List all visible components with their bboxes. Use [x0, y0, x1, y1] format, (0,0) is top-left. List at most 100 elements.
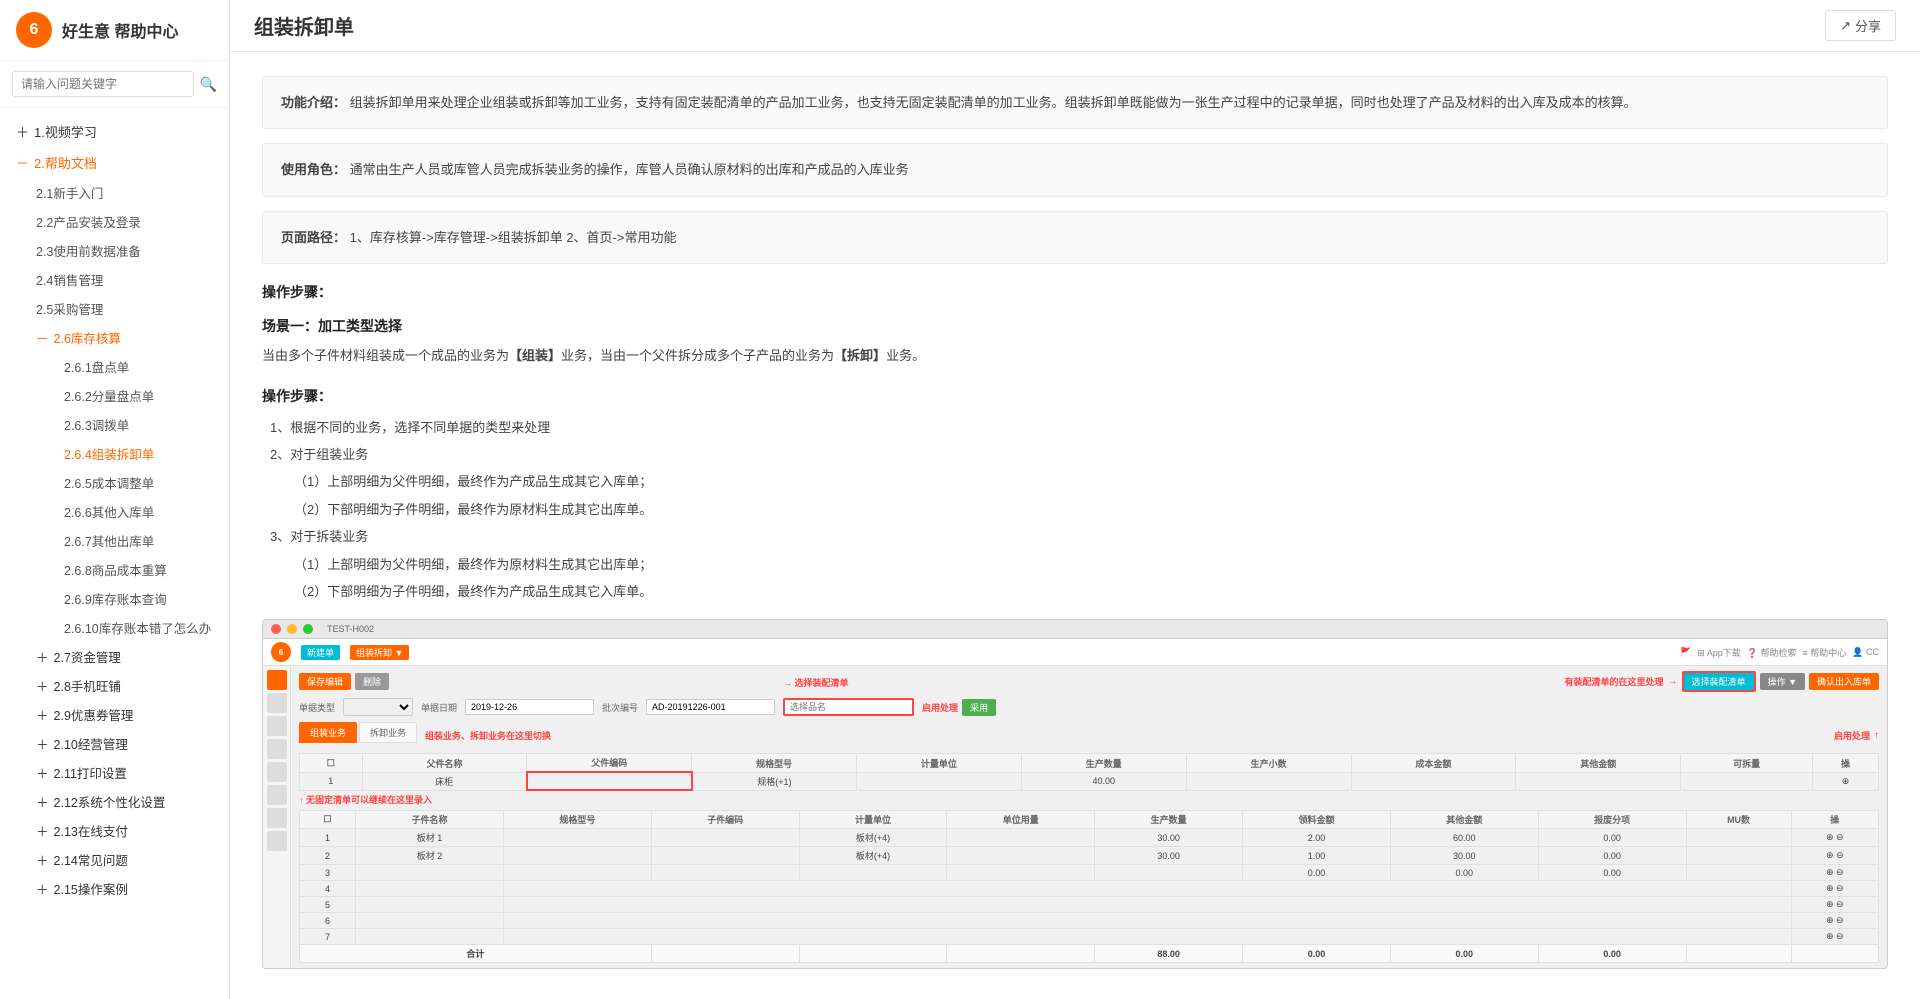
sidebar-item-label: 2.1新手入门 — [36, 183, 103, 202]
col-child-name: 子件名称 — [356, 811, 504, 829]
step3-sub1: （1）上部明细为父件明细，最终作为原材料生成其它出库单； — [294, 553, 1888, 576]
sidebar-item-costadj[interactable]: 2.6.5成本调整单 — [56, 468, 229, 497]
cell-empty — [503, 929, 1791, 945]
cell-parent-name: 床柜 — [362, 772, 527, 790]
ss-save-btn[interactable]: 保存编辑 — [299, 673, 351, 690]
ss-delete-btn[interactable]: 删除 — [355, 673, 389, 690]
plus-icon: ＋ — [36, 705, 49, 724]
cell-scrap: 0.00 — [1538, 829, 1686, 847]
form-date-input[interactable] — [465, 699, 594, 715]
sidebar-item-data-prep[interactable]: 2.3使用前数据准备 — [28, 236, 229, 265]
sidebar-item-ops[interactable]: ＋ 2.10经营管理 — [28, 729, 229, 758]
col-spec2: 规格型号 — [503, 811, 651, 829]
sidebar-item-label: 2.9优惠券管理 — [54, 705, 134, 724]
cell-prod-qty: 30.00 — [1095, 829, 1243, 847]
step2-sub1: （1）上部明细为父件明细，最终作为产成品生成其它入库单； — [294, 470, 1888, 493]
table-row: 1 板材 1 板材(+4) 30.00 2.00 60.00 0.00 — [300, 829, 1879, 847]
left-icon-4 — [267, 739, 287, 759]
sidebar-item-label: 2.7资金管理 — [54, 647, 121, 666]
col-unit: 计量单位 — [857, 754, 1022, 773]
ss-action-btn[interactable]: 操作 ▼ — [1760, 673, 1805, 690]
sidebar-item-custom[interactable]: ＋ 2.12系统个性化设置 — [28, 787, 229, 816]
sidebar-item-adjust[interactable]: 2.6.3调拨单 — [56, 410, 229, 439]
upper-table: ☐ 父件名称 父件编码 规格型号 计量单位 生产数量 生产小数 成本金额 其他金… — [299, 753, 1879, 791]
sidebar-item-coupon[interactable]: ＋ 2.9优惠券管理 — [28, 700, 229, 729]
cell-usage — [947, 829, 1095, 847]
cell-material: 1.00 — [1243, 847, 1391, 865]
sidebar-item-inventory[interactable]: － 2.6库存核算 — [28, 323, 229, 352]
sidebar-item-mobile[interactable]: ＋ 2.8手机旺铺 — [28, 671, 229, 700]
lower-table: ☐ 子件名称 规格型号 子件编码 计量单位 单位用量 生产数量 领料金额 其他金… — [299, 810, 1879, 963]
sidebar-item-otherOut[interactable]: 2.6.7其他出库单 — [56, 526, 229, 555]
left-icon-5 — [267, 762, 287, 782]
form-label-type: 单据类型 — [299, 701, 335, 714]
sidebar-item-cases[interactable]: ＋ 2.15操作案例 — [28, 874, 229, 903]
share-button[interactable]: ↗ 分享 — [1825, 10, 1896, 41]
minus-icon: － — [16, 153, 29, 172]
upper-table-body: 1 床柜 规格(+1) 40.00 ⊕ — [300, 772, 1879, 790]
close-dot — [271, 624, 281, 634]
sidebar-item-online[interactable]: ＋ 2.13在线支付 — [28, 816, 229, 845]
cell-check: 5 — [300, 897, 356, 913]
search-input[interactable] — [12, 71, 194, 97]
sidebar-item-stocktake2[interactable]: 2.6.2分量盘点单 — [56, 381, 229, 410]
sidebar-item-stocktake[interactable]: 2.6.1盘点单 — [56, 352, 229, 381]
cell-usage — [947, 865, 1095, 881]
sidebar-item-label: 2.10经营管理 — [54, 734, 128, 753]
cell-spec: 规格(+1) — [692, 772, 857, 790]
ss-apply-btn[interactable]: 采用 — [962, 699, 996, 716]
table-row: 4 ⊕ ⊖ — [300, 881, 1879, 897]
ss-select-list-btn[interactable]: 选择装配清单 — [1682, 671, 1756, 692]
ss-confirm-btn[interactable]: 确认出入库单 — [1809, 673, 1879, 690]
form-type-select[interactable] — [343, 698, 413, 716]
maximize-dot — [303, 624, 313, 634]
sidebar-item-stockErr[interactable]: 2.6.10库存账本错了怎么办 — [56, 613, 229, 642]
tab-annotation-wrapper: 组装业务 拆卸业务 组装业务、拆卸业务在这里切换 启用处理 ↑ — [299, 722, 1879, 749]
cell-mu — [1686, 847, 1791, 865]
role-box: 使用角色： 通常由生产人员或库管人员完成拆装业务的操作，库管人员确认原材料的出库… — [262, 143, 1888, 196]
sidebar-item-otherIn[interactable]: 2.6.6其他入库单 — [56, 497, 229, 526]
col-usage: 单位用量 — [947, 811, 1095, 829]
form-batch-input[interactable] — [646, 699, 775, 715]
form-goods-input[interactable] — [783, 698, 914, 716]
cell-unit: 板材(+4) — [799, 847, 947, 865]
sidebar-item-finance[interactable]: ＋ 2.7资金管理 — [28, 642, 229, 671]
icon-user: 👤 CC — [1852, 647, 1879, 658]
cell-spec — [503, 847, 651, 865]
cell-op: ⊕ ⊖ — [1791, 829, 1878, 847]
sidebar-item-docs[interactable]: － 2.帮助文档 — [0, 147, 229, 178]
sidebar-item-label: 1.视频学习 — [34, 122, 97, 141]
screenshot-topnav: 6 新建单 组装拆卸 ▼ 🚩 ⊞ App下载 ❓ 帮助检索 ≡ 帮助中心 👤 C… — [263, 639, 1887, 666]
sidebar-item-newcomer[interactable]: 2.1新手入门 — [28, 178, 229, 207]
annotation-wrapper-3: 启用处理 采用 — [922, 699, 996, 716]
cell-other: 0.00 — [1390, 865, 1538, 881]
sidebar-item-label: 2.5采购管理 — [36, 299, 103, 318]
col-parent-code: 父件编码 — [527, 754, 692, 773]
sidebar-item-stockQuery[interactable]: 2.6.9库存账本查询 — [56, 584, 229, 613]
sidebar-item-label: 2.6.8商品成本重算 — [64, 560, 167, 579]
minus-icon: － — [36, 328, 49, 347]
form-label-date: 单据日期 — [421, 701, 457, 714]
sidebar-item-install[interactable]: 2.2产品安装及登录 — [28, 207, 229, 236]
cell-mu — [1686, 865, 1791, 881]
col-op: 操 — [1813, 754, 1879, 773]
col-mu: MU数 — [1686, 811, 1791, 829]
sidebar-item-print[interactable]: ＋ 2.11打印设置 — [28, 758, 229, 787]
search-button[interactable]: 🔍 — [200, 76, 217, 93]
sidebar-item-faq[interactable]: ＋ 2.14常见问题 — [28, 845, 229, 874]
tab-disassembly[interactable]: 拆卸业务 — [359, 722, 417, 743]
role-label: 使用角色： — [281, 162, 346, 177]
sidebar-item-video[interactable]: ＋ 1.视频学习 — [0, 116, 229, 147]
sidebar-item-label: 2.6.10库存账本错了怎么办 — [64, 618, 211, 637]
sidebar-item-goodsCost[interactable]: 2.6.8商品成本重算 — [56, 555, 229, 584]
sidebar-item-label: 2.13在线支付 — [54, 821, 128, 840]
sidebar-item-label: 2.11打印设置 — [54, 763, 127, 782]
sidebar-item-purchase[interactable]: 2.5采购管理 — [28, 294, 229, 323]
sidebar-item-assembly[interactable]: 2.6.4组装拆卸单 — [56, 439, 229, 468]
tab-assembly[interactable]: 组装业务 — [299, 722, 357, 743]
sidebar-item-sales[interactable]: 2.4销售管理 — [28, 265, 229, 294]
cell-child-name — [356, 913, 504, 929]
step-list: 1、根据不同的业务，选择不同单据的类型来处理 2、对于组装业务 （1）上部明细为… — [270, 416, 1888, 604]
cell-parent-code — [527, 772, 692, 790]
sidebar-item-label: 2.6.9库存账本查询 — [64, 589, 167, 608]
